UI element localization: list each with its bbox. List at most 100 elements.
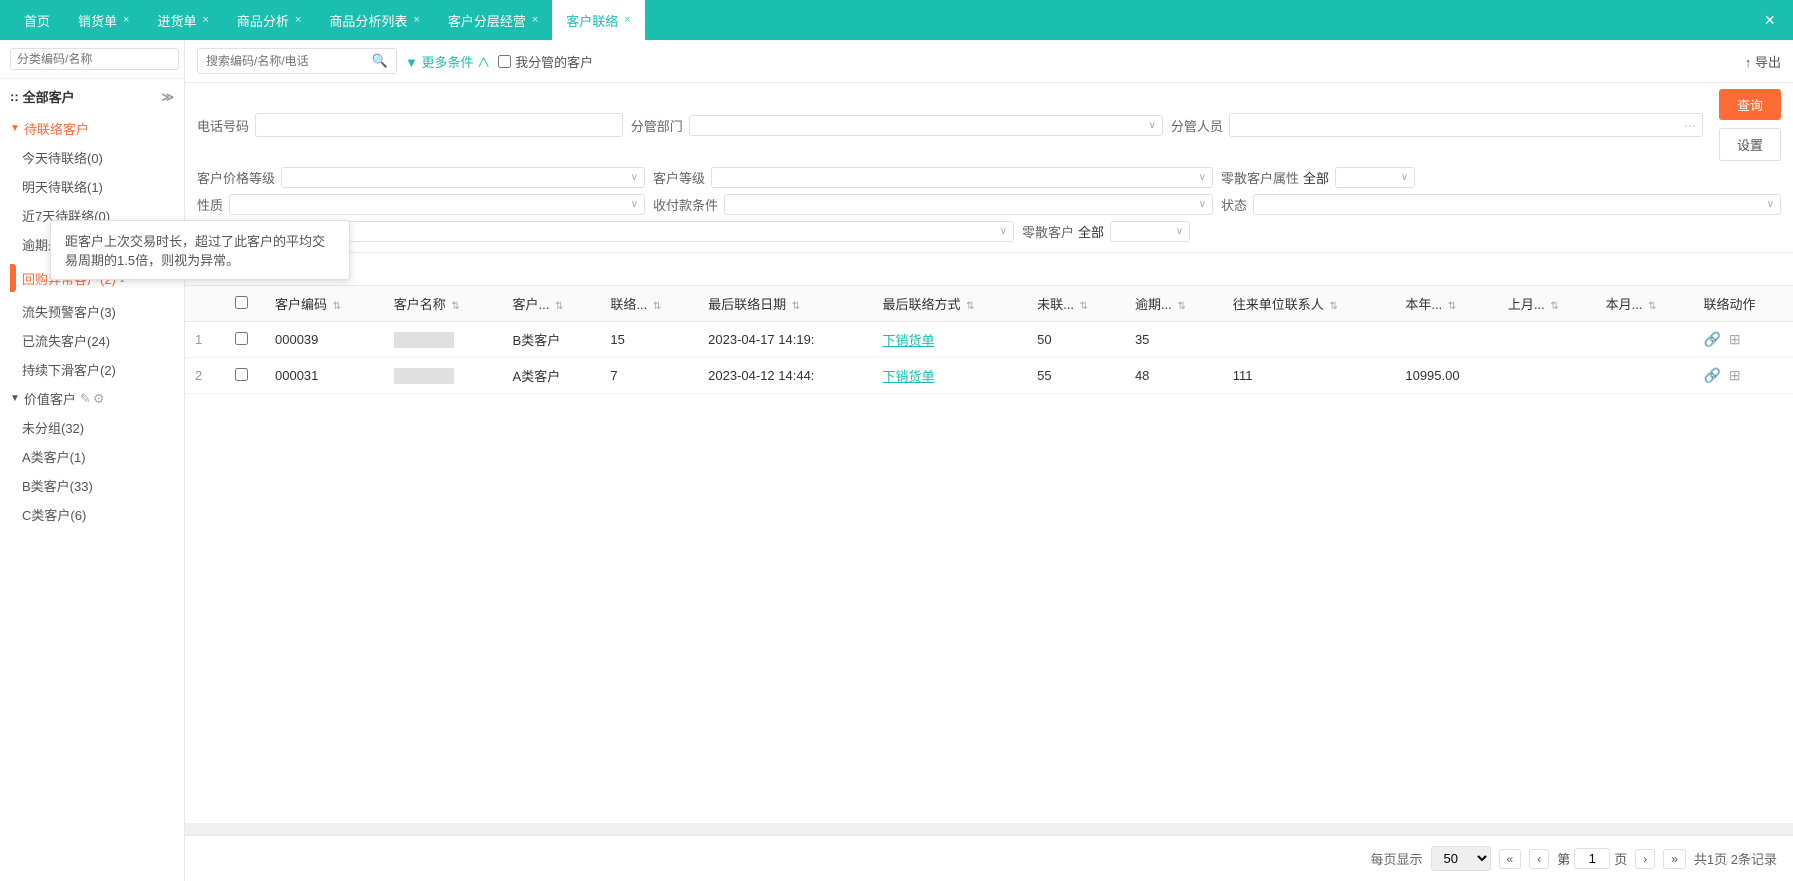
query-button[interactable]: 查询 — [1719, 89, 1781, 120]
row-checkbox-cell — [225, 322, 265, 358]
nav-item-home[interactable]: 首页 — [10, 0, 64, 40]
sidebar-item-lost[interactable]: 已流失客户(24) — [0, 326, 184, 355]
chevron-down-icon: ∨ — [1149, 120, 1156, 131]
more-conditions-button[interactable]: ▼ 更多条件 ∧ — [405, 52, 490, 71]
phone-input[interactable] — [255, 113, 623, 137]
close-all-button[interactable]: × — [1756, 10, 1783, 31]
customer-level-cell: 客户等级 ∨ — [653, 167, 1213, 188]
my-customers-checkbox[interactable] — [498, 55, 511, 68]
th-name[interactable]: 客户名称 ⇅ — [384, 286, 503, 322]
grid-icon[interactable]: ⊞ — [1729, 331, 1741, 348]
last-method-link[interactable]: 下销货单 — [882, 333, 934, 348]
sidebar-search-input[interactable] — [10, 48, 179, 70]
dept-cell: 分管部门 ∨ — [631, 115, 1163, 136]
sidebar: 🔍 :: 全部客户 ≫ ▼ 待联络客户 今天待联络(0) 明天待联络(1) 近7… — [0, 40, 185, 881]
sidebar-item-today[interactable]: 今天待联络(0) — [0, 143, 184, 172]
sort-icon: ⇅ — [1448, 301, 1456, 312]
row-checkbox[interactable] — [235, 368, 248, 381]
dept-select[interactable]: ∨ — [689, 115, 1163, 136]
nav-item-customer-layer[interactable]: 客户分层经营 × — [434, 0, 552, 40]
customer-code-cell: 000039 — [265, 322, 384, 358]
link-icon[interactable]: 🔗 — [1703, 367, 1720, 384]
customer-level-select[interactable]: ∨ — [711, 167, 1213, 188]
my-customers-filter: 我分管的客户 — [498, 52, 593, 71]
table-header-row: 客户编码 ⇅ 客户名称 ⇅ 客户... ⇅ — [185, 286, 1793, 322]
row-checkbox[interactable] — [235, 332, 248, 345]
status-select[interactable]: ∨ — [1253, 194, 1781, 215]
th-not-contacted[interactable]: 未联... ⇅ — [1027, 286, 1125, 322]
sidebar-item-a-class[interactable]: A类客户(1) — [0, 442, 184, 471]
export-button[interactable]: ↑ 导出 — [1745, 52, 1781, 71]
settings-button[interactable]: 设置 — [1719, 128, 1781, 161]
th-action: 联络动作 — [1693, 286, 1793, 322]
customer-name-blur — [394, 368, 454, 384]
page-number-input[interactable] — [1574, 848, 1610, 869]
th-last-date[interactable]: 最后联络日期 ⇅ — [698, 286, 872, 322]
search-box: 🔍 — [197, 48, 397, 74]
settings-icon[interactable]: ⚙ — [93, 391, 105, 407]
price-level-select[interactable]: ∨ — [281, 167, 645, 188]
collapse-icon[interactable]: ≫ — [161, 90, 174, 104]
pending-group-label[interactable]: ▼ 待联络客户 — [0, 114, 184, 143]
next-page-button[interactable]: › — [1635, 849, 1655, 869]
nav-item-analysis-list[interactable]: 商品分析列表 × — [315, 0, 433, 40]
th-this-month[interactable]: 本月... ⇅ — [1596, 286, 1694, 322]
sidebar-item-c-class[interactable]: C类客户(6) — [0, 500, 184, 529]
all-customers-header[interactable]: :: 全部客户 ≫ — [0, 79, 184, 114]
th-contacts[interactable]: 往来单位联系人 ⇅ — [1223, 286, 1396, 322]
retail-customer-select[interactable]: ∨ — [1110, 221, 1190, 242]
close-icon[interactable]: × — [123, 14, 129, 26]
sidebar-item-b-class[interactable]: B类客户(33) — [0, 471, 184, 500]
sidebar-item-ungrouped[interactable]: 未分组(32) — [0, 413, 184, 442]
th-contact-count[interactable]: 联络... ⇅ — [600, 286, 698, 322]
action-icons: 🔗 ⊞ — [1703, 367, 1783, 384]
page-current: 第 页 — [1557, 848, 1627, 869]
sort-icon: ⇅ — [1177, 301, 1185, 312]
search-input[interactable] — [206, 54, 372, 68]
nav-item-analysis[interactable]: 商品分析 × — [223, 0, 315, 40]
select-all-checkbox[interactable] — [235, 296, 248, 309]
retail-attr-select[interactable]: ∨ — [1335, 167, 1415, 188]
per-page-select[interactable]: 50 100 200 — [1431, 846, 1491, 871]
th-level[interactable]: 客户... ⇅ — [503, 286, 601, 322]
sort-icon: ⇅ — [555, 301, 563, 312]
close-icon[interactable]: × — [624, 14, 630, 26]
grid-icon[interactable]: ⊞ — [1729, 367, 1741, 384]
nav-item-customer-contact[interactable]: 客户联络 × — [552, 0, 644, 40]
per-page-label: 每页显示 — [1371, 849, 1423, 868]
last-date-cell: 2023-04-12 14:44: — [698, 358, 872, 394]
th-code[interactable]: 客户编码 ⇅ — [265, 286, 384, 322]
sidebar-item-lost-warning[interactable]: 流失预警客户(3) — [0, 297, 184, 326]
customer-name-blur — [394, 332, 454, 348]
customer-type-select[interactable]: ∨ — [313, 221, 1014, 242]
prev-page-button[interactable]: ‹ — [1529, 849, 1549, 869]
sidebar-item-declining[interactable]: 持续下滑客户(2) — [0, 355, 184, 384]
th-overdue[interactable]: 逾期... ⇅ — [1125, 286, 1223, 322]
last-page-button[interactable]: » — [1663, 849, 1686, 869]
first-page-button[interactable]: « — [1499, 849, 1522, 869]
th-last-month[interactable]: 上月... ⇅ — [1498, 286, 1596, 322]
action-cell: 🔗 ⊞ — [1693, 358, 1793, 394]
horizontal-scrollbar[interactable] — [185, 823, 1793, 835]
value-customers-group[interactable]: ▼ 价值客户 ✎ ⚙ — [0, 384, 184, 413]
nav-item-sales[interactable]: 销货单 × — [64, 0, 143, 40]
close-icon[interactable]: × — [202, 14, 208, 26]
payment-label: 收付款条件 — [653, 195, 718, 214]
sort-icon: ⇅ — [1550, 301, 1558, 312]
close-icon[interactable]: × — [295, 14, 301, 26]
person-select[interactable]: ··· — [1229, 113, 1703, 137]
nav-item-purchase[interactable]: 进货单 × — [143, 0, 222, 40]
payment-select[interactable]: ∨ — [724, 194, 1213, 215]
th-last-method[interactable]: 最后联络方式 ⇅ — [872, 286, 1027, 322]
close-icon[interactable]: × — [532, 14, 538, 26]
sidebar-item-tomorrow[interactable]: 明天待联络(1) — [0, 172, 184, 201]
th-this-year[interactable]: 本年... ⇅ — [1395, 286, 1497, 322]
page-unit: 页 — [1614, 849, 1627, 868]
last-method-link[interactable]: 下销货单 — [882, 369, 934, 384]
link-icon[interactable]: 🔗 — [1703, 331, 1720, 348]
close-icon[interactable]: × — [413, 14, 419, 26]
table-scroll[interactable]: 客户编码 ⇅ 客户名称 ⇅ 客户... ⇅ — [185, 286, 1793, 823]
gender-select[interactable]: ∨ — [229, 194, 645, 215]
search-icon[interactable]: 🔍 — [372, 53, 388, 69]
edit-icon[interactable]: ✎ — [80, 391, 91, 407]
